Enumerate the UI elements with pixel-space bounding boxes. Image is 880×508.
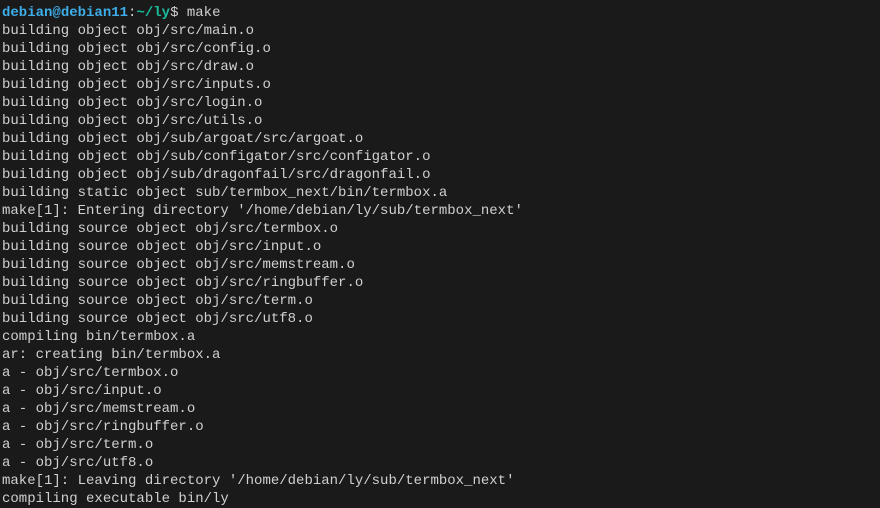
output-line: building object obj/src/draw.o [2, 58, 878, 76]
output-line: a - obj/src/termbox.o [2, 364, 878, 382]
output-line: building object obj/sub/argoat/src/argoa… [2, 130, 878, 148]
output-line: compiling executable bin/ly [2, 490, 878, 508]
output-line: make[1]: Entering directory '/home/debia… [2, 202, 878, 220]
terminal-output: building object obj/src/main.obuilding o… [2, 22, 878, 508]
output-line: building source object obj/src/termbox.o [2, 220, 878, 238]
output-line: building source object obj/src/utf8.o [2, 310, 878, 328]
prompt-user: debian [2, 5, 52, 21]
output-line: building static object sub/termbox_next/… [2, 184, 878, 202]
prompt-host: debian11 [61, 5, 128, 21]
prompt-line: debian@debian11:~/ly$ make [2, 4, 878, 22]
output-line: building source object obj/src/ringbuffe… [2, 274, 878, 292]
output-line: building object obj/src/inputs.o [2, 76, 878, 94]
prompt-at: @ [52, 5, 60, 21]
output-line: a - obj/src/input.o [2, 382, 878, 400]
output-line: ar: creating bin/termbox.a [2, 346, 878, 364]
output-line: a - obj/src/memstream.o [2, 400, 878, 418]
output-line: building object obj/src/config.o [2, 40, 878, 58]
output-line: building object obj/sub/dragonfail/src/d… [2, 166, 878, 184]
prompt-dollar: $ [170, 5, 187, 21]
output-line: building object obj/src/main.o [2, 22, 878, 40]
output-line: building source object obj/src/input.o [2, 238, 878, 256]
output-line: building source object obj/src/term.o [2, 292, 878, 310]
output-line: make[1]: Leaving directory '/home/debian… [2, 472, 878, 490]
output-line: building object obj/src/utils.o [2, 112, 878, 130]
output-line: a - obj/src/utf8.o [2, 454, 878, 472]
output-line: a - obj/src/ringbuffer.o [2, 418, 878, 436]
command-input[interactable]: make [187, 5, 221, 21]
output-line: building source object obj/src/memstream… [2, 256, 878, 274]
output-line: building object obj/src/login.o [2, 94, 878, 112]
output-line: compiling bin/termbox.a [2, 328, 878, 346]
output-line: building object obj/sub/configator/src/c… [2, 148, 878, 166]
output-line: a - obj/src/term.o [2, 436, 878, 454]
prompt-path: ~/ly [136, 5, 170, 21]
